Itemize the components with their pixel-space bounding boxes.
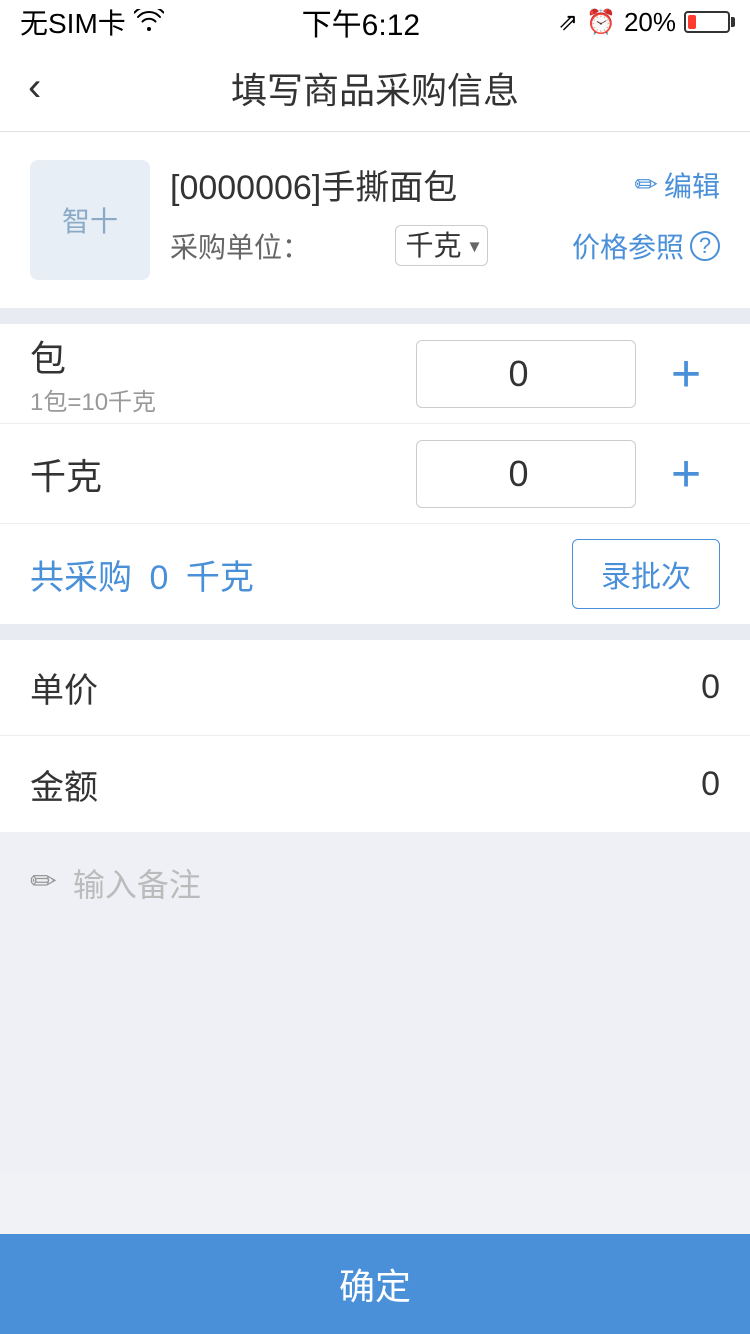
price-value: 0	[701, 668, 720, 707]
confirm-button[interactable]: 确定	[0, 1234, 750, 1334]
price-ref-question-icon: ?	[690, 231, 720, 261]
battery-fill	[688, 15, 696, 29]
edit-button[interactable]: ✏ 编辑	[635, 165, 720, 205]
input-section: 包 1包=10千克 + 千克 +	[0, 324, 750, 524]
section-divider-1	[0, 308, 750, 324]
back-button[interactable]: ‹	[28, 65, 41, 110]
remark-section[interactable]: ✏ 输入备注	[0, 832, 750, 1172]
edit-label: 编辑	[664, 165, 720, 205]
bao-input-wrapper: +	[156, 340, 720, 408]
kg-label-main: 千克	[30, 448, 150, 500]
input-row-kg: 千克 +	[0, 424, 750, 524]
pencil-icon: ✏	[30, 862, 57, 900]
total-text: 共采购 0 千克	[30, 550, 254, 599]
kg-plus-button[interactable]: +	[652, 440, 720, 508]
bao-label: 包 1包=10千克	[30, 330, 156, 417]
amount-row: 金额 0	[0, 736, 750, 832]
price-label: 单价	[30, 663, 98, 712]
status-left: 无SIM卡	[20, 2, 164, 42]
kg-input-wrapper: +	[150, 440, 720, 508]
alarm-icon: ⏰	[586, 8, 616, 37]
status-right: ⇗ ⏰ 20%	[558, 7, 730, 38]
product-logo-text: 智十	[62, 200, 118, 240]
section-divider-2	[0, 624, 750, 640]
total-unit: 千克	[186, 559, 254, 597]
page-title: 填写商品采购信息	[231, 62, 519, 114]
total-section: 共采购 0 千克 录批次	[0, 524, 750, 624]
battery-percent: 20%	[624, 7, 676, 38]
product-info: [0000006]手撕面包 ✏ 编辑 采购单位： 千克 价格参照 ?	[170, 160, 720, 266]
status-bar: 无SIM卡 下午6:12 ⇗ ⏰ 20%	[0, 0, 750, 44]
edit-icon: ✏	[635, 168, 658, 201]
bao-label-sub: 1包=10千克	[30, 382, 156, 417]
kg-quantity-input[interactable]	[416, 440, 636, 508]
bao-label-main: 包	[30, 330, 156, 382]
amount-label: 金额	[30, 760, 98, 809]
price-row: 单价 0	[0, 640, 750, 736]
nav-bar: ‹ 填写商品采购信息	[0, 44, 750, 132]
product-card: 智十 [0000006]手撕面包 ✏ 编辑 采购单位： 千克 价格参照	[0, 132, 750, 308]
unit-label: 采购单位：	[170, 226, 310, 266]
kg-label: 千克	[30, 448, 150, 500]
product-image: 智十	[30, 160, 150, 280]
battery-bar	[684, 11, 730, 33]
wifi-icon	[134, 6, 164, 38]
status-time: 下午6:12	[302, 0, 420, 44]
bao-quantity-input[interactable]	[416, 340, 636, 408]
amount-value: 0	[701, 765, 720, 804]
unit-select-wrapper[interactable]: 千克	[395, 225, 488, 266]
confirm-button-label: 确定	[339, 1258, 411, 1310]
carrier-text: 无SIM卡	[20, 2, 126, 42]
bao-plus-button[interactable]: +	[652, 340, 720, 408]
price-ref-button[interactable]: 价格参照 ?	[572, 226, 720, 266]
unit-select[interactable]: 千克	[395, 225, 488, 266]
info-section: 单价 0 金额 0	[0, 640, 750, 832]
product-name: [0000006]手撕面包	[170, 160, 457, 209]
total-prefix: 共采购	[30, 559, 132, 597]
location-icon: ⇗	[558, 8, 578, 37]
record-batch-button[interactable]: 录批次	[572, 539, 720, 609]
remark-placeholder: 输入备注	[73, 860, 201, 906]
input-row-bao: 包 1包=10千克 +	[0, 324, 750, 424]
total-quantity: 0	[149, 559, 168, 597]
price-ref-label: 价格参照	[572, 226, 684, 266]
